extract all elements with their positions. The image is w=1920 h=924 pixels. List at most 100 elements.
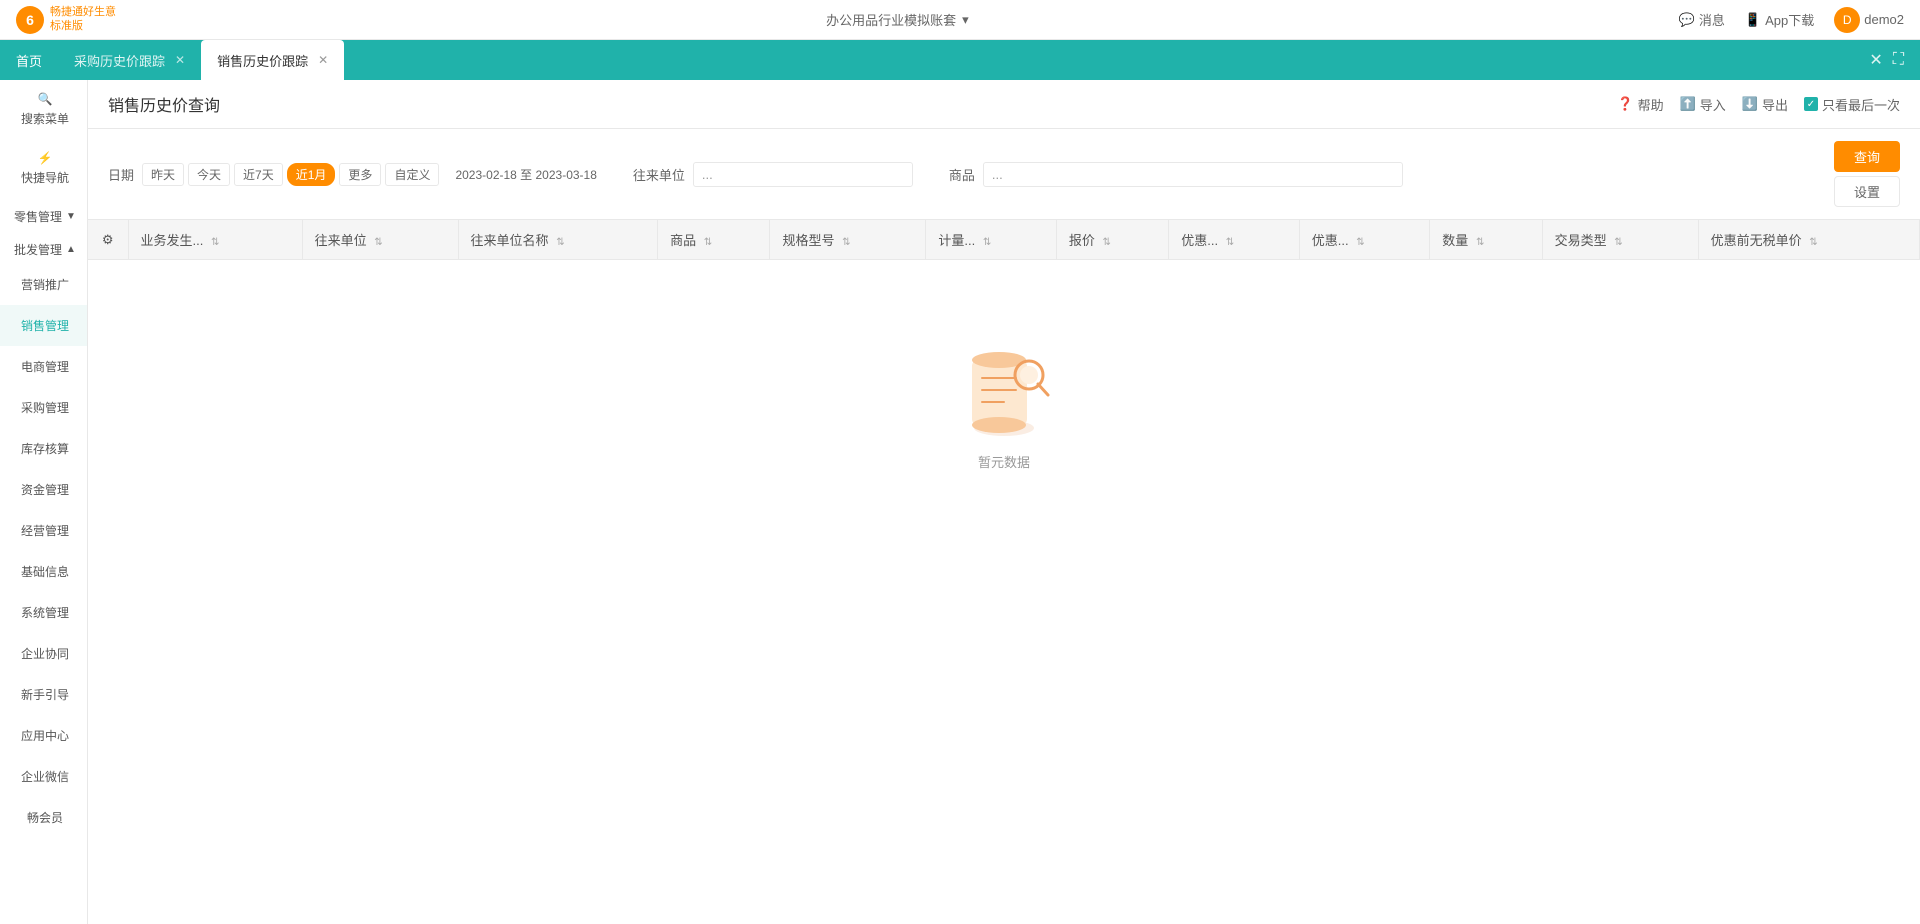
sidebar-item-search-menu[interactable]: 🔍 搜索菜单 <box>0 80 87 139</box>
message-btn[interactable]: 💬 消息 <box>1679 10 1725 29</box>
ops-mgmt-label: 经营管理 <box>21 522 69 539</box>
table-header-row: ⚙ 业务发生... ⇅ 往来单位 ⇅ 往来单位名称 ⇅ <box>88 220 1920 260</box>
sidebar-item-ops-mgmt[interactable]: 经营管理 <box>0 510 87 551</box>
logo-icon: 6 <box>16 6 44 34</box>
column-pre-tax[interactable]: 优惠前无税单价 ⇅ <box>1698 220 1919 260</box>
column-gear[interactable]: ⚙ <box>88 220 128 260</box>
column-discount1[interactable]: 优惠... ⇅ <box>1169 220 1300 260</box>
tab-home-label: 首页 <box>16 51 42 70</box>
sort-icon-unit: ⇅ <box>983 237 991 248</box>
sidebar-item-purchase-mgmt[interactable]: 采购管理 <box>0 387 87 428</box>
column-trade-type[interactable]: 交易类型 ⇅ <box>1542 220 1698 260</box>
page-title: 销售历史价查询 <box>108 92 220 116</box>
gear-icon: ⚙ <box>102 232 114 247</box>
empty-illustration <box>944 340 1064 440</box>
sidebar-item-basic-info[interactable]: 基础信息 <box>0 551 87 592</box>
user-area[interactable]: D demo2 <box>1834 7 1904 33</box>
column-product[interactable]: 商品 ⇅ <box>658 220 770 260</box>
top-bar-right: 💬 消息 📱 App下载 D demo2 <box>1679 7 1904 33</box>
tab-close-all-icon[interactable]: ✕ <box>1869 50 1882 70</box>
date-btn-custom[interactable]: 自定义 <box>385 163 439 186</box>
column-partner-code[interactable]: 往来单位 ⇅ <box>302 220 458 260</box>
message-icon: 💬 <box>1679 12 1695 28</box>
tab-sales-history[interactable]: 销售历史价跟踪 ✕ <box>201 40 344 80</box>
sidebar-item-ecommerce-mgmt[interactable]: 电商管理 <box>0 346 87 387</box>
sidebar-item-marketing[interactable]: 营销推广 <box>0 264 87 305</box>
sidebar-item-quick-nav[interactable]: ⚡ 快捷导航 <box>0 139 87 198</box>
system-mgmt-label: 系统管理 <box>21 604 69 621</box>
tab-purchase-history-label: 采购历史价跟踪 <box>74 51 165 70</box>
sidebar-item-wholesale-mgmt[interactable]: 批发管理 ▲ <box>0 231 87 264</box>
table-container: ⚙ 业务发生... ⇅ 往来单位 ⇅ 往来单位名称 ⇅ <box>88 220 1920 924</box>
content-area: 销售历史价查询 ❓ 帮助 ⬆️ 导入 ⬇️ 导出 ✓ 只看最后一次 <box>88 80 1920 924</box>
column-quantity[interactable]: 数量 ⇅ <box>1430 220 1542 260</box>
sidebar-item-inventory[interactable]: 库存核算 <box>0 428 87 469</box>
column-biz-date[interactable]: 业务发生... ⇅ <box>128 220 302 260</box>
filter-actions: 查询 设置 <box>1834 141 1900 207</box>
data-table: ⚙ 业务发生... ⇅ 往来单位 ⇅ 往来单位名称 ⇅ <box>88 220 1920 260</box>
query-button[interactable]: 查询 <box>1834 141 1900 172</box>
help-label: 帮助 <box>1638 95 1664 114</box>
import-btn[interactable]: ⬆️ 导入 <box>1680 95 1726 114</box>
sidebar-item-sales-mgmt[interactable]: 销售管理 <box>0 305 87 346</box>
only-last-checkbox[interactable]: ✓ 只看最后一次 <box>1804 95 1900 114</box>
new-guide-label: 新手引导 <box>21 686 69 703</box>
sidebar-item-app-center[interactable]: 应用中心 <box>0 715 87 756</box>
tab-home[interactable]: 首页 <box>0 40 58 80</box>
column-quote[interactable]: 报价 ⇅ <box>1056 220 1168 260</box>
sidebar-item-enterprise-wechat[interactable]: 企业微信 <box>0 756 87 797</box>
tab-bar-actions: ✕ ⛶ <box>1869 50 1920 70</box>
date-range-text: 2023-02-18 至 2023-03-18 <box>455 166 596 183</box>
page-header-actions: ❓ 帮助 ⬆️ 导入 ⬇️ 导出 ✓ 只看最后一次 <box>1617 95 1900 114</box>
column-unit[interactable]: 计量... ⇅ <box>926 220 1057 260</box>
column-discount2[interactable]: 优惠... ⇅ <box>1299 220 1430 260</box>
sidebar-item-enterprise-cooperation[interactable]: 企业协同 <box>0 633 87 674</box>
sort-icon-discount1: ⇅ <box>1226 237 1234 248</box>
empty-state: 暂元数据 <box>88 260 1920 551</box>
download-btn[interactable]: 📱 App下载 <box>1745 10 1814 29</box>
date-buttons: 昨天 今天 近7天 近1月 更多 自定义 <box>142 163 439 186</box>
sidebar-item-new-guide[interactable]: 新手引导 <box>0 674 87 715</box>
tab-bar: 首页 采购历史价跟踪 ✕ 销售历史价跟踪 ✕ ✕ ⛶ <box>0 40 1920 80</box>
export-btn[interactable]: ⬇️ 导出 <box>1742 95 1788 114</box>
sort-icon-quote: ⇅ <box>1103 237 1111 248</box>
tab-purchase-history-close[interactable]: ✕ <box>175 53 185 67</box>
marketing-label: 营销推广 <box>21 276 69 293</box>
partner-placeholder: ... <box>702 167 713 182</box>
download-label: App下载 <box>1765 10 1814 29</box>
sidebar-item-finance-mgmt[interactable]: 资金管理 <box>0 469 87 510</box>
tab-sales-history-close[interactable]: ✕ <box>318 53 328 67</box>
date-btn-1month[interactable]: 近1月 <box>287 163 336 186</box>
sort-icon-partner-code: ⇅ <box>374 237 382 248</box>
enterprise-cooperation-label: 企业协同 <box>21 645 69 662</box>
sidebar-item-system-mgmt[interactable]: 系统管理 <box>0 592 87 633</box>
date-btn-more[interactable]: 更多 <box>339 163 381 186</box>
product-placeholder: ... <box>992 167 1003 182</box>
dropdown-icon[interactable]: ▾ <box>962 12 969 28</box>
logo-area: 6 畅捷通好生意 标准版 <box>16 6 116 34</box>
export-label: 导出 <box>1762 95 1788 114</box>
tab-purchase-history[interactable]: 采购历史价跟踪 ✕ <box>58 40 201 80</box>
column-spec[interactable]: 规格型号 ⇅ <box>770 220 926 260</box>
product-input[interactable]: ... <box>983 162 1403 187</box>
partner-input[interactable]: ... <box>693 162 913 187</box>
help-btn[interactable]: ❓ 帮助 <box>1617 95 1663 114</box>
date-btn-yesterday[interactable]: 昨天 <box>142 163 184 186</box>
empty-text: 暂元数据 <box>978 452 1030 471</box>
import-label: 导入 <box>1700 95 1726 114</box>
column-partner-name[interactable]: 往来单位名称 ⇅ <box>458 220 658 260</box>
download-icon: 📱 <box>1745 12 1761 28</box>
message-label: 消息 <box>1699 10 1725 29</box>
sidebar-item-member[interactable]: 畅会员 <box>0 797 87 838</box>
setting-button[interactable]: 设置 <box>1834 176 1900 207</box>
member-label: 畅会员 <box>27 809 63 826</box>
sidebar-item-retail-mgmt[interactable]: 零售管理 ▼ <box>0 198 87 231</box>
sort-icon-quantity: ⇅ <box>1476 237 1484 248</box>
date-btn-today[interactable]: 今天 <box>188 163 230 186</box>
date-btn-7days[interactable]: 近7天 <box>234 163 283 186</box>
retail-mgmt-label: 零售管理 <box>14 208 62 225</box>
top-bar: 6 畅捷通好生意 标准版 办公用品行业模拟账套 ▾ 💬 消息 📱 App下载 D… <box>0 0 1920 40</box>
product-filter-item: 商品 ... <box>949 162 1403 187</box>
sort-icon-trade-type: ⇅ <box>1614 237 1622 248</box>
tab-maximize-icon[interactable]: ⛶ <box>1893 51 1904 69</box>
